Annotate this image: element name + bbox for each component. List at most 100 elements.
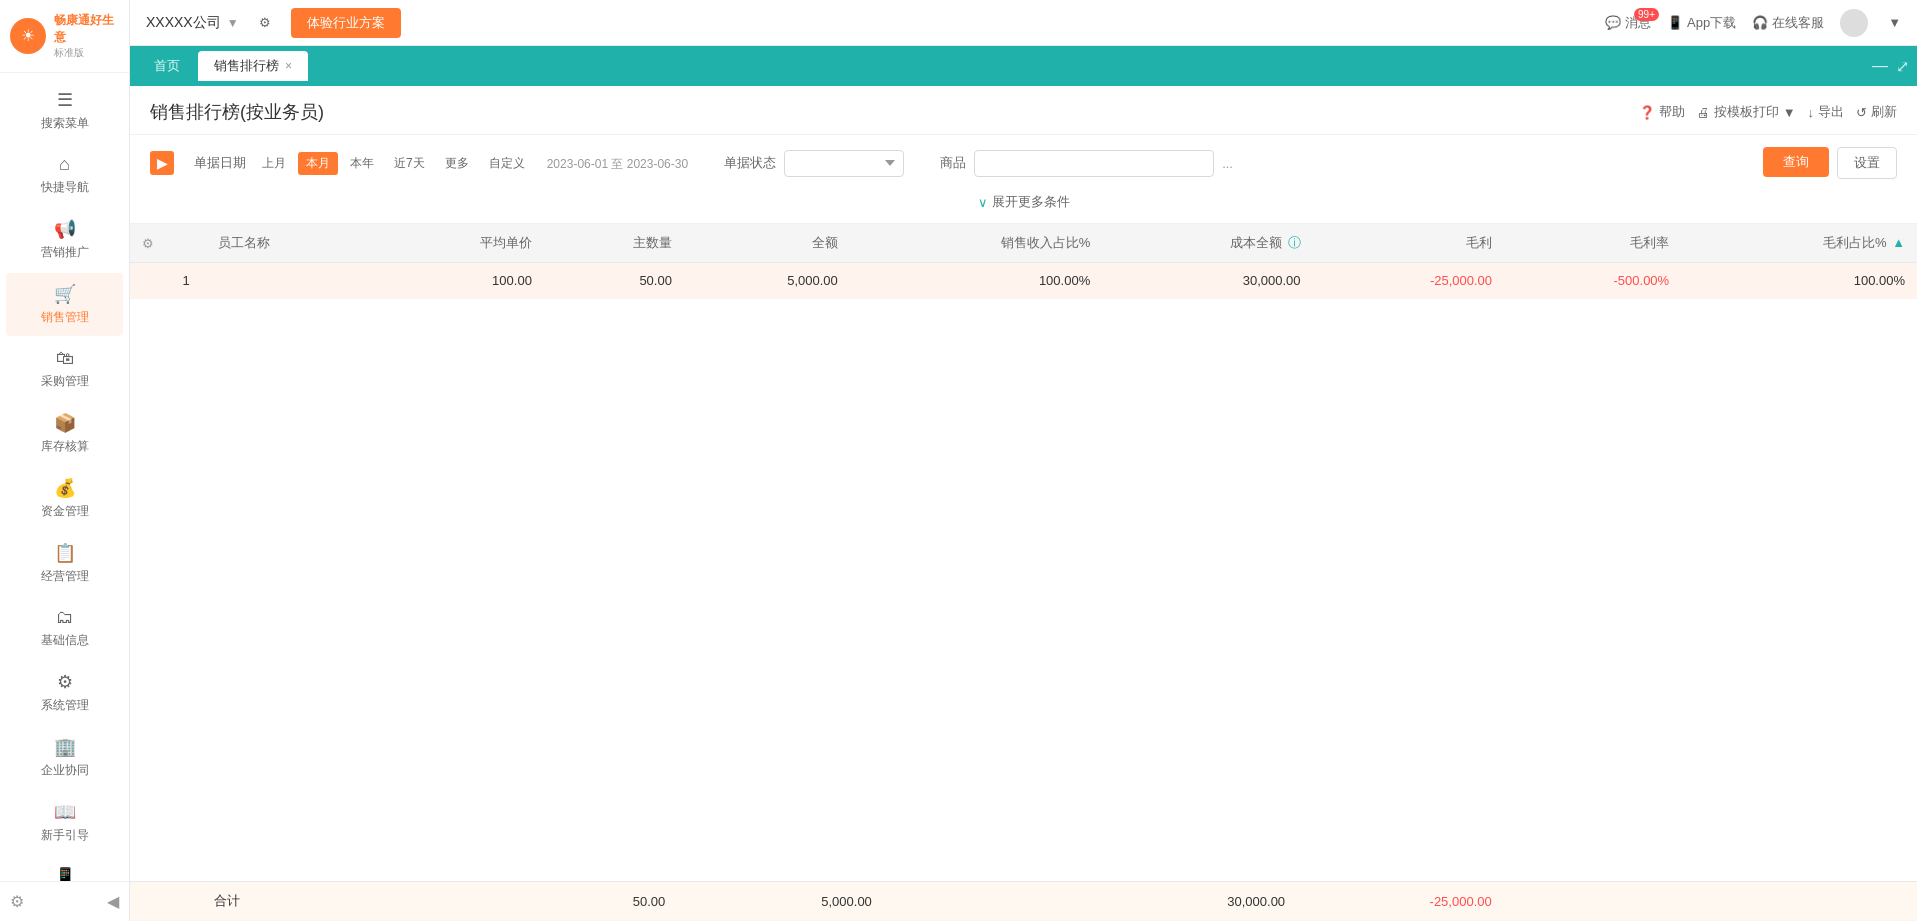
sidebar-item-label: 采购管理 (41, 373, 89, 390)
col-cost: 成本全额 ⓘ (1102, 224, 1312, 263)
guide-icon: 📖 (54, 801, 76, 823)
app-logo: ☀ 畅康通好生意 标准版 (0, 0, 129, 73)
footer-cost: 30,000.00 (1090, 882, 1297, 921)
refresh-button[interactable]: ↺ 刷新 (1856, 103, 1897, 121)
table-footer: 合计 50.00 5,000.00 30,000.00 -25,000.00 (130, 881, 1917, 921)
sidebar-item-label: 快捷导航 (41, 179, 89, 196)
col-sales-pct: 销售收入占比% (850, 224, 1102, 263)
status-label: 单据状态 (724, 154, 776, 172)
app-download-button[interactable]: 📱 App下载 (1667, 14, 1736, 32)
date-tab-this-year[interactable]: 本年 (342, 152, 382, 175)
date-tab-more[interactable]: 更多 (437, 152, 477, 175)
help-icon: ❓ (1639, 105, 1655, 120)
tab-sales-ranking[interactable]: 销售排行榜 × (198, 51, 308, 81)
export-label: 导出 (1818, 103, 1844, 121)
profit-pct-sort-icon[interactable]: ▲ (1892, 235, 1905, 250)
expand-more-conditions-button[interactable]: ∨ 展开更多条件 (978, 193, 1070, 211)
sidebar: ☀ 畅康通好生意 标准版 ☰ 搜索菜单 ⌂ 快捷导航 📢 营销推广 🛒 销售管理… (0, 0, 130, 921)
user-dropdown-icon: ▼ (1888, 15, 1901, 30)
user-name[interactable]: ▼ (1884, 15, 1901, 30)
col-rank (166, 224, 206, 263)
company-selector[interactable]: XXXXX公司 ▼ (146, 14, 239, 32)
date-tab-this-month[interactable]: 本月 (298, 152, 338, 175)
page-actions: ❓ 帮助 🖨 按模板打印 ▼ ↓ 导出 ↺ 刷新 (1639, 103, 1897, 121)
sidebar-item-finance[interactable]: 💰 资金管理 (6, 467, 123, 530)
sidebar-item-inventory[interactable]: 📦 库存核算 (6, 402, 123, 465)
finance-icon: 💰 (54, 477, 76, 499)
sidebar-item-purchase[interactable]: 🛍 采购管理 (6, 338, 123, 400)
tab-label: 销售排行榜 (214, 57, 279, 75)
sidebar-item-quick-nav[interactable]: ⌂ 快捷导航 (6, 144, 123, 206)
tab-close-icon[interactable]: × (285, 59, 292, 73)
date-tab-7days[interactable]: 近7天 (386, 152, 433, 175)
sidebar-item-label: 新手引导 (41, 827, 89, 844)
collapse-sidebar-icon[interactable]: ◀ (107, 892, 119, 911)
col-settings[interactable]: ⚙ (130, 224, 166, 263)
footer-qty: 50.00 (512, 882, 677, 921)
page-title: 销售排行榜(按业务员) (150, 100, 324, 124)
sidebar-item-label: 营销推广 (41, 244, 89, 261)
maximize-icon[interactable]: ⤢ (1896, 57, 1909, 76)
help-button[interactable]: ❓ 帮助 (1639, 103, 1685, 121)
sales-icon: 🛒 (54, 283, 76, 305)
status-select[interactable] (784, 150, 904, 177)
date-tabs: 上月 本月 本年 近7天 更多 自定义 (254, 152, 533, 175)
sidebar-item-search-order[interactable]: ☰ 搜索菜单 (6, 79, 123, 142)
main-area: XXXXX公司 ▼ ⚙ 体验行业方案 💬 消息 99+ 📱 App下载 🎧 在线… (130, 0, 1917, 921)
sidebar-nav: ☰ 搜索菜单 ⌂ 快捷导航 📢 营销推广 🛒 销售管理 🛍 采购管理 📦 库存核… (0, 73, 129, 881)
system-icon: ⚙ (57, 671, 73, 693)
sidebar-item-basic-info[interactable]: 🗂 基础信息 (6, 597, 123, 659)
logo-icon: ☀ (10, 18, 46, 54)
sidebar-item-operation[interactable]: 📋 经营管理 (6, 532, 123, 595)
col-avg-price: 平均单价 (375, 224, 544, 263)
date-tab-custom[interactable]: 自定义 (481, 152, 533, 175)
sidebar-item-sales[interactable]: 🛒 销售管理 (6, 273, 123, 336)
help-label: 帮助 (1659, 103, 1685, 121)
search-order-icon: ☰ (57, 89, 73, 111)
print-label: 按模板打印 (1714, 103, 1779, 121)
date-range-display: 2023-06-01 至 2023-06-30 (547, 157, 688, 171)
sidebar-item-guide[interactable]: 📖 新手引导 (6, 791, 123, 854)
sidebar-item-label: 资金管理 (41, 503, 89, 520)
filter-settings-button[interactable]: 设置 (1837, 147, 1897, 179)
sidebar-item-enterprise[interactable]: 🏢 企业协同 (6, 726, 123, 789)
sidebar-item-app-center[interactable]: 📱 应用中心 (6, 856, 123, 881)
date-filter: 单据日期 上月 本月 本年 近7天 更多 自定义 2023-06-01 至 20… (194, 152, 688, 175)
footer-empty-2 (162, 882, 202, 921)
footer-profit: -25,000.00 (1297, 882, 1504, 921)
enterprise-icon: 🏢 (54, 736, 76, 758)
filter-collapse-button[interactable]: ▶ (150, 151, 174, 175)
goods-input[interactable] (974, 150, 1214, 177)
logo-title: 畅康通好生意 (54, 12, 119, 46)
sidebar-item-marketing[interactable]: 📢 营销推广 (6, 208, 123, 271)
query-button[interactable]: 查询 (1763, 147, 1829, 177)
user-avatar[interactable] (1840, 9, 1868, 37)
minimize-icon[interactable]: — (1872, 57, 1888, 76)
app-center-icon: 📱 (54, 866, 76, 881)
sidebar-item-label: 经营管理 (41, 568, 89, 585)
date-tab-last-month[interactable]: 上月 (254, 152, 294, 175)
sidebar-item-system[interactable]: ⚙ 系统管理 (6, 661, 123, 724)
chevron-down-icon: ▼ (227, 16, 239, 30)
sidebar-item-label: 销售管理 (41, 309, 89, 326)
message-button[interactable]: 💬 消息 99+ (1605, 14, 1651, 32)
basic-info-icon: 🗂 (56, 607, 74, 628)
sidebar-bottom: ⚙ ◀ (0, 881, 129, 921)
header-settings-button[interactable]: ⚙ (251, 9, 279, 37)
more-filters-link[interactable]: ... (1222, 156, 1233, 171)
tab-home[interactable]: 首页 (138, 51, 196, 81)
online-service-button[interactable]: 🎧 在线客服 (1752, 14, 1824, 32)
row-qty-cell: 50.00 (544, 263, 684, 299)
print-button[interactable]: 🖨 按模板打印 ▼ (1697, 103, 1796, 121)
try-industry-button[interactable]: 体验行业方案 (291, 8, 401, 38)
settings-bottom-icon[interactable]: ⚙ (10, 892, 24, 911)
content-area: 销售排行榜(按业务员) ❓ 帮助 🖨 按模板打印 ▼ ↓ 导出 (130, 86, 1917, 921)
export-button[interactable]: ↓ 导出 (1808, 103, 1845, 121)
refresh-icon: ↺ (1856, 105, 1867, 120)
footer-table: 合计 50.00 5,000.00 30,000.00 -25,000.00 (130, 882, 1917, 921)
print-dropdown-icon: ▼ (1783, 105, 1796, 120)
col-profit-rate: 毛利率 (1504, 224, 1681, 263)
row-rank-cell: 1 (166, 263, 206, 299)
row-profit-cell: -25,000.00 (1313, 263, 1505, 299)
cost-info-icon[interactable]: ⓘ (1288, 235, 1301, 250)
